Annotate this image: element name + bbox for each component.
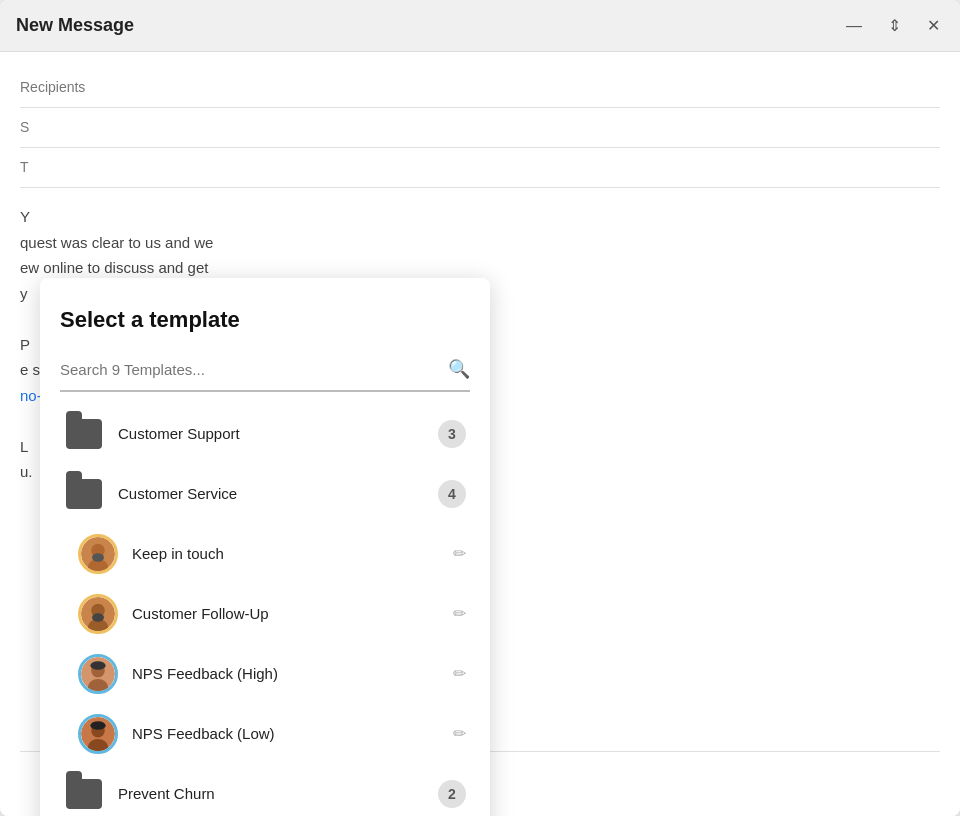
template-search-wrap: 🔍 [60, 355, 470, 392]
edit-icon: ✏ [453, 721, 466, 747]
template-item-name: Customer Follow-Up [132, 602, 439, 626]
avatar-svg [81, 597, 115, 631]
subject-field: S [20, 108, 940, 148]
avatar-svg [81, 717, 115, 751]
search-icon: 🔍 [448, 355, 470, 384]
folder-icon [66, 479, 102, 509]
folder-icon [66, 419, 102, 449]
list-item[interactable]: Prevent Churn 2 [60, 764, 470, 816]
edit-icon: ✏ [453, 541, 466, 567]
recipients-label: Recipients [20, 79, 85, 95]
list-item[interactable]: NPS Feedback (High) ✏ [60, 644, 470, 704]
avatar [78, 594, 118, 634]
avatar [78, 534, 118, 574]
close-button[interactable]: ✕ [923, 16, 944, 36]
edit-icon: ✏ [453, 661, 466, 687]
list-item[interactable]: Customer Support 3 [60, 404, 470, 464]
svg-point-7 [92, 613, 104, 622]
minimize-button[interactable]: — [842, 16, 866, 36]
list-item[interactable]: NPS Feedback (Low) ✏ [60, 704, 470, 764]
window-title: New Message [16, 15, 134, 36]
avatar-svg [81, 537, 115, 571]
template-search-input[interactable] [60, 361, 448, 378]
titlebar: New Message — ⇕ ✕ [0, 0, 960, 52]
svg-point-3 [92, 553, 104, 562]
svg-point-15 [90, 721, 105, 730]
template-item-name: NPS Feedback (High) [132, 662, 439, 686]
to-field: T [20, 148, 940, 188]
folder-icon-container [64, 414, 104, 454]
body-line1: quest was clear to us and we [20, 234, 213, 251]
avatar-svg [81, 657, 115, 691]
list-item[interactable]: Customer Follow-Up ✏ [60, 584, 470, 644]
body-line2: ew online to discuss and get [20, 259, 208, 276]
list-item[interactable]: Keep in touch ✏ [60, 524, 470, 584]
template-badge: 2 [438, 780, 466, 808]
new-message-window: New Message — ⇕ ✕ Recipients S T Y quest… [0, 0, 960, 816]
avatar-container [78, 594, 118, 634]
avatar [78, 654, 118, 694]
template-list: Customer Support 3 Customer Service 4 [60, 404, 470, 816]
template-item-name: Customer Service [118, 482, 424, 506]
avatar-container [78, 654, 118, 694]
svg-point-11 [90, 661, 105, 670]
template-badge: 4 [438, 480, 466, 508]
template-item-name: Prevent Churn [118, 782, 424, 806]
template-item-name: NPS Feedback (Low) [132, 722, 439, 746]
template-dropdown-title: Select a template [60, 302, 470, 337]
to-label: T [20, 159, 29, 175]
recipients-field: Recipients [20, 68, 940, 108]
email-body: Y quest was clear to us and we ew online… [20, 188, 940, 751]
avatar [78, 714, 118, 754]
folder-icon-container [64, 474, 104, 514]
template-dropdown: Select a template 🔍 Customer Support 3 [40, 278, 490, 816]
window-body: Recipients S T Y quest was clear to us a… [0, 52, 960, 816]
body-line6: L [20, 438, 28, 455]
avatar-container [78, 714, 118, 754]
list-item[interactable]: Customer Service 4 [60, 464, 470, 524]
window-controls: — ⇕ ✕ [842, 16, 944, 36]
folder-icon-container [64, 774, 104, 814]
template-item-name: Keep in touch [132, 542, 439, 566]
subject-label: S [20, 119, 29, 135]
body-line4: P [20, 336, 30, 353]
template-badge: 3 [438, 420, 466, 448]
avatar-container [78, 534, 118, 574]
body-end: u. [20, 463, 33, 480]
folder-icon [66, 779, 102, 809]
body-line3: y [20, 285, 28, 302]
template-item-name: Customer Support [118, 422, 424, 446]
resize-button[interactable]: ⇕ [884, 16, 905, 36]
edit-icon: ✏ [453, 601, 466, 627]
